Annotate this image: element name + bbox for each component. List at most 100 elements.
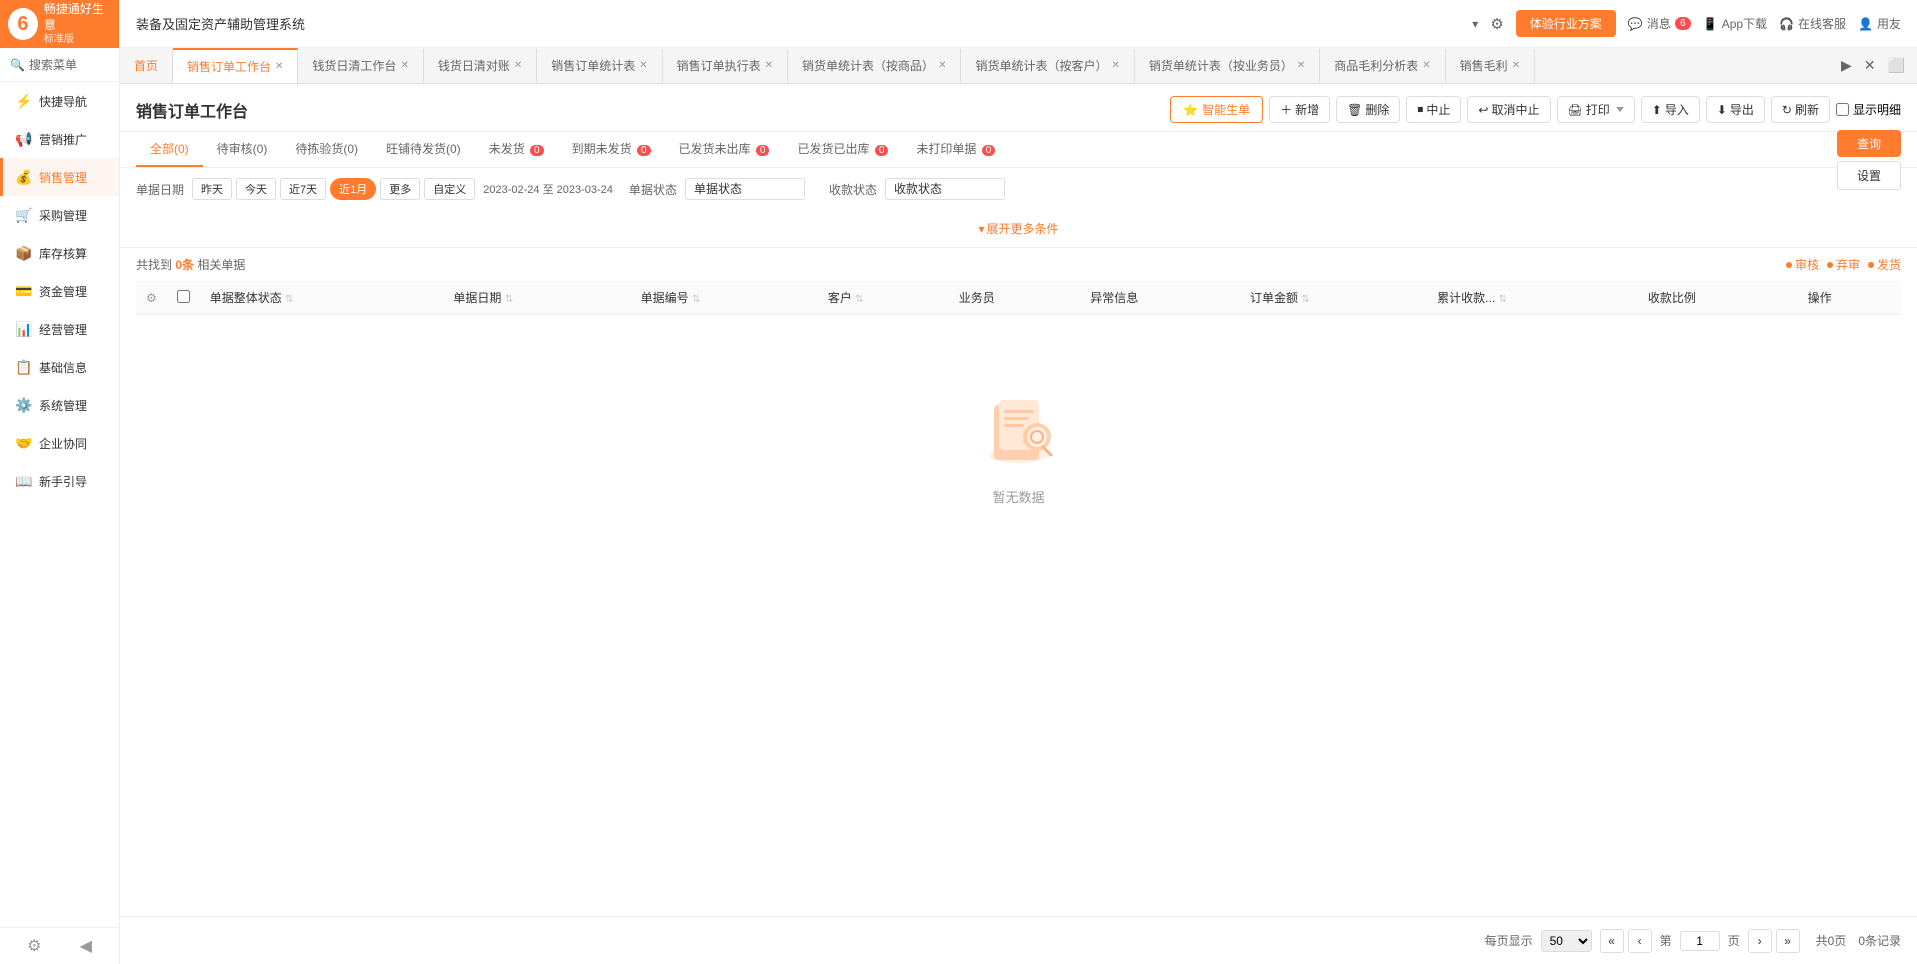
date-btn-today[interactable]: 今天 xyxy=(236,178,276,200)
page-last-button[interactable]: » xyxy=(1776,929,1800,953)
page-first-button[interactable]: « xyxy=(1600,929,1624,953)
sidebar-item-operations[interactable]: 📊 经营管理 xyxy=(0,310,119,348)
sub-tab-wangpu[interactable]: 旺铺待发货(0) xyxy=(372,132,475,167)
sub-tab-shipped-not-out[interactable]: 已发货未出库 0 xyxy=(665,132,784,167)
export-button[interactable]: ⬇ 导出 xyxy=(1706,96,1765,123)
show-detail-checkbox[interactable] xyxy=(1836,103,1849,116)
tab-sales-stats[interactable]: 销售订单统计表 ✕ xyxy=(537,49,662,82)
tab-close-icon[interactable]: ✕ xyxy=(400,60,408,71)
tab-gross-profit[interactable]: 商品毛利分析表 ✕ xyxy=(1320,49,1445,82)
import-button[interactable]: ⬆ 导入 xyxy=(1641,96,1700,123)
tab-cash-reconcile[interactable]: 钱货日清对账 ✕ xyxy=(424,49,537,82)
message-button[interactable]: 💬 消息 6 xyxy=(1628,15,1691,32)
tab-close-icon[interactable]: ✕ xyxy=(1111,60,1119,71)
sort-status-icon[interactable]: ⇅ xyxy=(285,294,293,305)
tab-sales-workbench[interactable]: 销售订单工作台 ✕ xyxy=(173,48,298,83)
gear-settings-icon[interactable]: ⚙ xyxy=(1490,15,1503,33)
tab-close-icon[interactable]: ✕ xyxy=(765,60,773,71)
online-service-button[interactable]: 🎧 在线客服 xyxy=(1779,15,1846,32)
tab-sales-by-staff[interactable]: 销货单统计表（按业务员） ✕ xyxy=(1135,49,1320,82)
delete-button[interactable]: 🗑 删除 xyxy=(1336,96,1400,123)
sub-tab-all[interactable]: 全部(0) xyxy=(136,132,203,167)
sidebar-item-finance[interactable]: 💳 资金管理 xyxy=(0,272,119,310)
page-next-button[interactable]: › xyxy=(1748,929,1772,953)
tab-close-icon[interactable]: ✕ xyxy=(1297,60,1305,71)
show-detail-toggle[interactable]: 显示明细 xyxy=(1836,101,1901,118)
sub-tab-pending-inspect[interactable]: 待拣验货(0) xyxy=(281,132,372,167)
tabs-close-all-button[interactable]: ✕ xyxy=(1860,55,1880,76)
cancel-stop-button[interactable]: ↩ 取消中止 xyxy=(1467,96,1550,123)
tab-close-icon[interactable]: ✕ xyxy=(1512,60,1520,71)
page-number-input[interactable] xyxy=(1680,931,1720,951)
date-btn-custom[interactable]: 自定义 xyxy=(424,178,475,200)
industry-solution-button[interactable]: 体验行业方案 xyxy=(1516,10,1616,37)
sidebar-item-inventory[interactable]: 📦 库存核算 xyxy=(0,234,119,272)
smart-create-button[interactable]: ⭐ 智能生单 xyxy=(1170,96,1263,123)
date-btn-7days[interactable]: 近7天 xyxy=(280,178,326,200)
sort-number-icon[interactable]: ⇅ xyxy=(692,294,700,305)
stop-button[interactable]: ⏹ 中止 xyxy=(1406,96,1461,123)
tabs-fullscreen-button[interactable]: ⬜ xyxy=(1884,55,1909,76)
sort-amount-icon[interactable]: ⇅ xyxy=(1301,294,1309,305)
expand-filter-button[interactable]: ▾ 展开更多条件 xyxy=(978,220,1058,237)
per-page-select[interactable]: 10 20 50 100 xyxy=(1541,930,1592,952)
sub-tab-shipped-out[interactable]: 已发货已出库 0 xyxy=(783,132,902,167)
tab-cash-daily[interactable]: 钱货日清工作台 ✕ xyxy=(298,49,423,82)
sort-customer-icon[interactable]: ⇅ xyxy=(855,294,863,305)
print-button[interactable]: 🖨 打印 xyxy=(1557,96,1635,123)
tab-sales-by-product[interactable]: 销货单统计表（按商品） ✕ xyxy=(788,49,961,82)
ship-button[interactable]: 发货 xyxy=(1868,256,1901,273)
date-btn-yesterday[interactable]: 昨天 xyxy=(192,178,232,200)
tab-close-icon[interactable]: ✕ xyxy=(639,60,647,71)
user-button[interactable]: 👤 用友 xyxy=(1858,15,1901,32)
tab-sales-exec[interactable]: 销售订单执行表 ✕ xyxy=(663,49,788,82)
table-col-checkbox[interactable] xyxy=(167,281,200,315)
dropdown-icon[interactable]: ▾ xyxy=(1472,17,1478,31)
cancel-audit-button[interactable]: 弃审 xyxy=(1827,256,1860,273)
select-all-checkbox[interactable] xyxy=(177,290,190,303)
audit-button[interactable]: 审核 xyxy=(1786,256,1819,273)
sidebar-item-marketing[interactable]: 📢 营销推广 xyxy=(0,120,119,158)
tab-close-icon[interactable]: ✕ xyxy=(1422,60,1430,71)
tab-sales-by-customer[interactable]: 销货单统计表（按客户） ✕ xyxy=(961,49,1134,82)
app-download-button[interactable]: 📱 App下载 xyxy=(1703,15,1767,32)
table-col-settings[interactable]: ⚙ xyxy=(136,281,167,315)
add-button[interactable]: ＋ 新增 xyxy=(1269,96,1330,123)
payment-filter-select[interactable]: 收款状态 xyxy=(885,178,1005,200)
sidebar-item-enterprise[interactable]: 🤝 企业协同 xyxy=(0,424,119,462)
refresh-button[interactable]: ↻ 刷新 xyxy=(1771,96,1830,123)
sub-tab-unshipped[interactable]: 未发货 0 xyxy=(475,132,558,167)
sort-date-icon[interactable]: ⇅ xyxy=(505,294,513,305)
sub-tab-expired[interactable]: 到期未发货 0 xyxy=(558,132,665,167)
status-filter-select[interactable]: 单据状态 xyxy=(685,178,805,200)
tabs-scroll-right-button[interactable]: ▶ xyxy=(1837,55,1856,76)
page-prev-button[interactable]: ‹ xyxy=(1628,929,1652,953)
sidebar-item-basic-info[interactable]: 📋 基础信息 xyxy=(0,348,119,386)
sort-collected-icon[interactable]: ⇅ xyxy=(1499,294,1507,305)
sidebar-item-quick-nav[interactable]: ⚡ 快捷导航 xyxy=(0,82,119,120)
tab-close-icon[interactable]: ✕ xyxy=(275,61,283,72)
date-btn-more[interactable]: 更多 xyxy=(380,178,420,200)
query-button[interactable]: 查询 xyxy=(1837,130,1901,157)
user-icon: 👤 xyxy=(1858,17,1873,31)
tab-home[interactable]: 首页 xyxy=(120,49,173,82)
tab-close-icon[interactable]: ✕ xyxy=(938,60,946,71)
table-col-number: 单据编号 ⇅ xyxy=(631,281,818,315)
sub-tab-pending-review[interactable]: 待审核(0) xyxy=(203,132,282,167)
tab-cash-daily-label: 钱货日清工作台 xyxy=(312,57,396,74)
sidebar-item-guide[interactable]: 📖 新手引导 xyxy=(0,462,119,500)
tab-close-icon[interactable]: ✕ xyxy=(514,60,522,71)
date-btn-1month[interactable]: 近1月 xyxy=(330,178,376,200)
search-menu[interactable]: 🔍 搜索菜单 xyxy=(0,48,119,82)
collapse-icon[interactable]: ◀ xyxy=(80,936,92,956)
sidebar-item-sales[interactable]: 💰 销售管理 xyxy=(0,158,119,196)
tab-sales-profit[interactable]: 销售毛利 ✕ xyxy=(1446,49,1535,82)
settings-icon[interactable]: ⚙ xyxy=(27,936,41,956)
table-col-amount: 订单金额 ⇅ xyxy=(1240,281,1427,315)
sidebar-item-system[interactable]: ⚙️ 系统管理 xyxy=(0,386,119,424)
page-suffix: 页 xyxy=(1724,932,1744,949)
sub-tab-unprinted[interactable]: 未打印单据 0 xyxy=(902,132,1009,167)
sidebar-item-purchase[interactable]: 🛒 采购管理 xyxy=(0,196,119,234)
filter-settings-button[interactable]: 设置 xyxy=(1837,161,1901,190)
status-filter-row: 单据状态 单据状态 收款状态 收款状态 xyxy=(629,178,1005,200)
